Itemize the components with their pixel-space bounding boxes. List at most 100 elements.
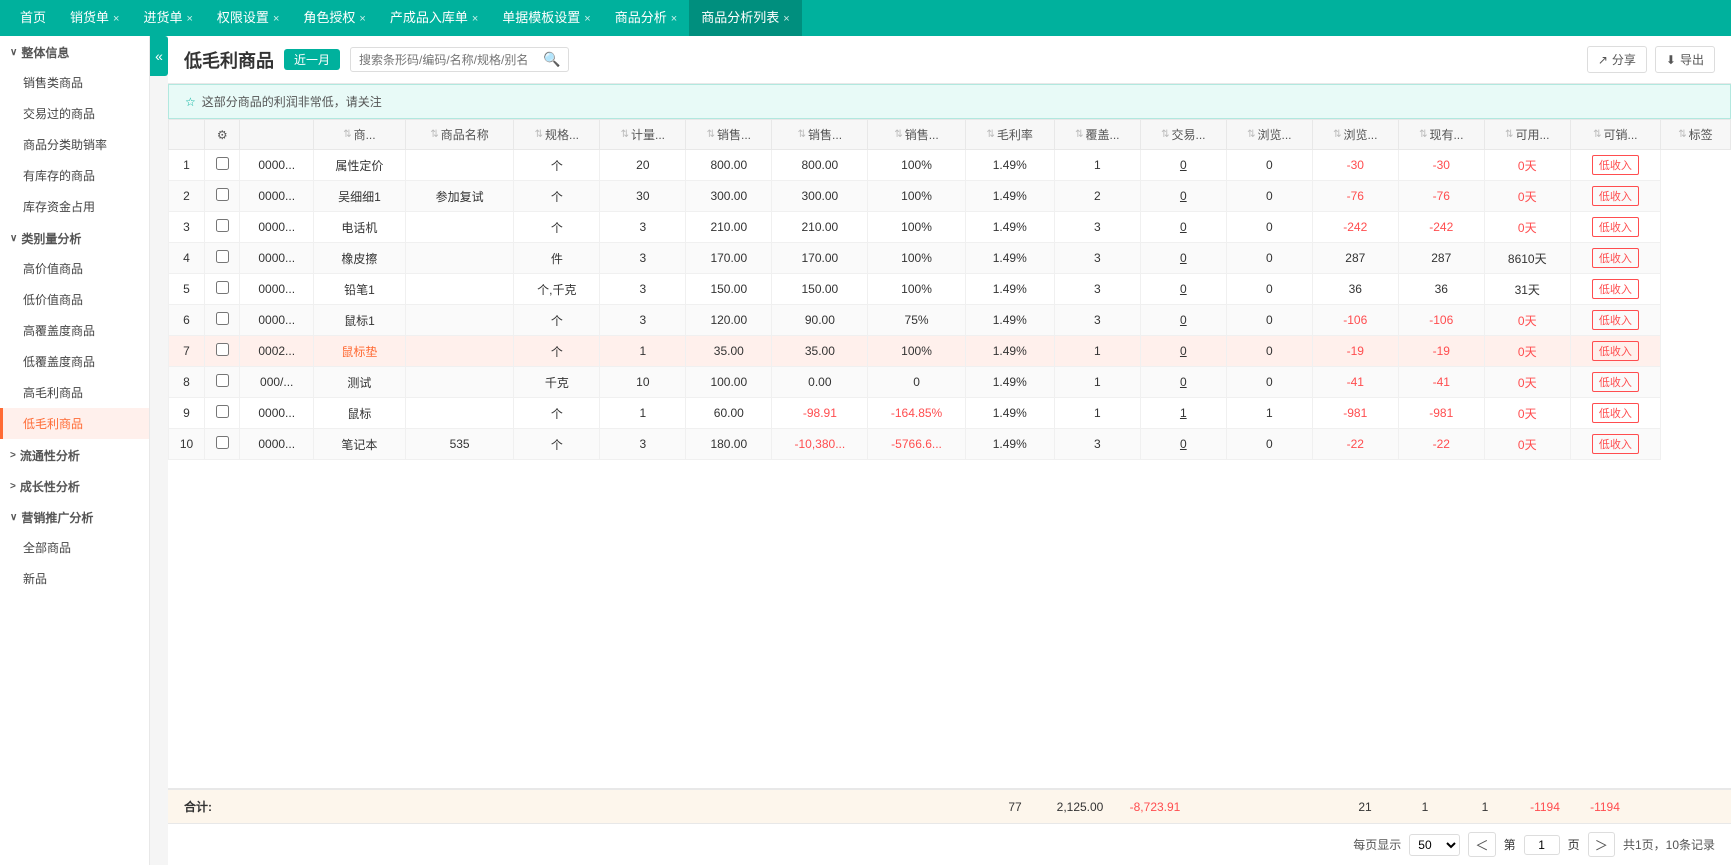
row-view1[interactable]: 1 — [1140, 398, 1226, 429]
sidebar-item-销售类商品[interactable]: 销售类商品 — [0, 67, 149, 98]
sidebar-item-新品[interactable]: 新品 — [0, 563, 149, 594]
row-number: 3 — [169, 212, 205, 243]
sort-icon-spec[interactable]: ⇅ — [535, 129, 543, 140]
sort-icon-gross_rate[interactable]: ⇅ — [987, 129, 995, 140]
sort-icon-current_stock[interactable]: ⇅ — [1419, 129, 1427, 140]
sort-icon-code[interactable]: ⇅ — [343, 129, 351, 140]
row-available: -981 — [1398, 398, 1484, 429]
nav-item-单据模板设置[interactable]: 单据模板设置× — [490, 0, 602, 36]
sidebar-collapse-button[interactable]: « — [150, 36, 168, 76]
row-view1[interactable]: 0 — [1140, 181, 1226, 212]
page-size-select[interactable]: 102050100 — [1409, 834, 1460, 856]
nav-close-商品分析列表[interactable]: × — [783, 13, 789, 25]
row-trade-count: 3 — [1054, 305, 1140, 336]
sidebar-section-流通性分析[interactable]: >流通性分析 — [0, 439, 149, 470]
row-checkbox[interactable] — [216, 436, 229, 449]
sort-icon-sales_profit[interactable]: ⇅ — [894, 129, 902, 140]
nav-item-首页[interactable]: 首页 — [8, 0, 58, 36]
row-checkbox[interactable] — [216, 374, 229, 387]
nav-item-角色授权[interactable]: 角色授权× — [291, 0, 377, 36]
nav-close-商品分析[interactable]: × — [671, 13, 677, 25]
export-button[interactable]: ⬇ 导出 — [1655, 46, 1715, 73]
prev-page-button[interactable]: ＜ — [1468, 832, 1495, 857]
sort-icon-trade_count[interactable]: ⇅ — [1161, 129, 1169, 140]
col-header-trade_count: ⇅ 交易... — [1140, 120, 1226, 150]
sort-icon-cover_rate[interactable]: ⇅ — [1075, 129, 1083, 140]
row-available: -41 — [1398, 367, 1484, 398]
row-view1[interactable]: 0 — [1140, 150, 1226, 181]
sort-icon-unit[interactable]: ⇅ — [621, 129, 629, 140]
row-view1[interactable]: 0 — [1140, 305, 1226, 336]
sort-icon-view1[interactable]: ⇅ — [1247, 129, 1255, 140]
next-page-button[interactable]: ＞ — [1588, 832, 1615, 857]
row-checkbox[interactable] — [216, 312, 229, 325]
nav-item-权限设置[interactable]: 权限设置× — [205, 0, 291, 36]
row-checkbox[interactable] — [216, 219, 229, 232]
nav-close-角色授权[interactable]: × — [359, 13, 365, 25]
sidebar-item-全部商品[interactable]: 全部商品 — [0, 532, 149, 563]
nav-close-进货单[interactable]: × — [186, 13, 192, 25]
sort-icon-sales_price[interactable]: ⇅ — [798, 129, 806, 140]
table-row: 60000...鼠标1个3120.0090.0075%1.49%300-106-… — [169, 305, 1731, 336]
sidebar-item-低毛利商品[interactable]: 低毛利商品 — [0, 408, 149, 439]
share-icon: ↗ — [1598, 53, 1608, 67]
nav-close-权限设置[interactable]: × — [273, 13, 279, 25]
date-tag[interactable]: 近一月 — [284, 49, 340, 70]
row-code: 000/... — [240, 367, 314, 398]
row-view2: 0 — [1226, 150, 1312, 181]
sidebar-item-交易过的商品[interactable]: 交易过的商品 — [0, 98, 149, 129]
sort-icon-tag[interactable]: ⇅ — [1678, 129, 1686, 140]
sidebar-section-整体信息[interactable]: ∨整体信息 — [0, 36, 149, 67]
nav-item-销货单[interactable]: 销货单× — [58, 0, 131, 36]
row-view1[interactable]: 0 — [1140, 243, 1226, 274]
row-sales-profit: 150.00 — [772, 274, 868, 305]
sidebar-section-成长性分析[interactable]: >成长性分析 — [0, 470, 149, 501]
col-header-settings[interactable]: ⚙ — [205, 120, 240, 150]
row-checkbox[interactable] — [216, 250, 229, 263]
row-current-stock: -41 — [1312, 367, 1398, 398]
nav-item-产成品入库单[interactable]: 产成品入库单× — [378, 0, 490, 36]
sidebar-item-低覆盖度商品[interactable]: 低覆盖度商品 — [0, 346, 149, 377]
sort-icon-available[interactable]: ⇅ — [1505, 129, 1513, 140]
row-checkbox[interactable] — [216, 157, 229, 170]
sort-icon-name[interactable]: ⇅ — [430, 129, 438, 140]
col-header-checkbox[interactable] — [240, 120, 314, 150]
row-view1[interactable]: 0 — [1140, 274, 1226, 305]
sidebar-section-营销推广分析[interactable]: ∨营销推广分析 — [0, 501, 149, 532]
row-checkbox[interactable] — [216, 405, 229, 418]
row-view1[interactable]: 0 — [1140, 429, 1226, 460]
data-table: ⚙⇅ 商...⇅ 商品名称⇅ 规格...⇅ 计量...⇅ 销售...⇅ 销售..… — [168, 119, 1731, 460]
row-view1[interactable]: 0 — [1140, 336, 1226, 367]
row-code: 0000... — [240, 181, 314, 212]
nav-close-单据模板设置[interactable]: × — [584, 13, 590, 25]
sidebar-item-有库存的商品[interactable]: 有库存的商品 — [0, 160, 149, 191]
sort-icon-sales_qty[interactable]: ⇅ — [707, 129, 715, 140]
share-button[interactable]: ↗ 分享 — [1587, 46, 1647, 73]
nav-item-商品分析列表[interactable]: 商品分析列表× — [689, 0, 801, 36]
row-checkbox[interactable] — [216, 343, 229, 356]
nav-item-商品分析[interactable]: 商品分析× — [603, 0, 689, 36]
row-view1[interactable]: 0 — [1140, 367, 1226, 398]
sidebar-item-高价值商品[interactable]: 高价值商品 — [0, 253, 149, 284]
sidebar-item-高毛利商品[interactable]: 高毛利商品 — [0, 377, 149, 408]
sort-icon-view2[interactable]: ⇅ — [1333, 129, 1341, 140]
nav-item-进货单[interactable]: 进货单× — [131, 0, 204, 36]
row-checkbox[interactable] — [216, 281, 229, 294]
sidebar-item-低价值商品[interactable]: 低价值商品 — [0, 284, 149, 315]
row-sales-price: 35.00 — [686, 336, 772, 367]
row-view1[interactable]: 0 — [1140, 212, 1226, 243]
sidebar-item-高覆盖度商品[interactable]: 高覆盖度商品 — [0, 315, 149, 346]
sidebar-item-商品分类助销率[interactable]: 商品分类助销率 — [0, 129, 149, 160]
alert-bar: ☆ 这部分商品的利润非常低，请关注 — [168, 84, 1731, 119]
search-icon[interactable]: 🔍 — [543, 51, 560, 68]
nav-close-产成品入库单[interactable]: × — [472, 13, 478, 25]
row-checkbox[interactable] — [216, 188, 229, 201]
sidebar-section-类别量分析[interactable]: ∨类别量分析 — [0, 222, 149, 253]
search-input[interactable] — [359, 53, 539, 67]
nav-close-销货单[interactable]: × — [113, 13, 119, 25]
row-sales-qty: 3 — [600, 274, 686, 305]
sidebar-item-库存资金占用[interactable]: 库存资金占用 — [0, 191, 149, 222]
row-view2: 0 — [1226, 243, 1312, 274]
sort-icon-sellable[interactable]: ⇅ — [1593, 129, 1601, 140]
page-input[interactable] — [1524, 835, 1560, 855]
